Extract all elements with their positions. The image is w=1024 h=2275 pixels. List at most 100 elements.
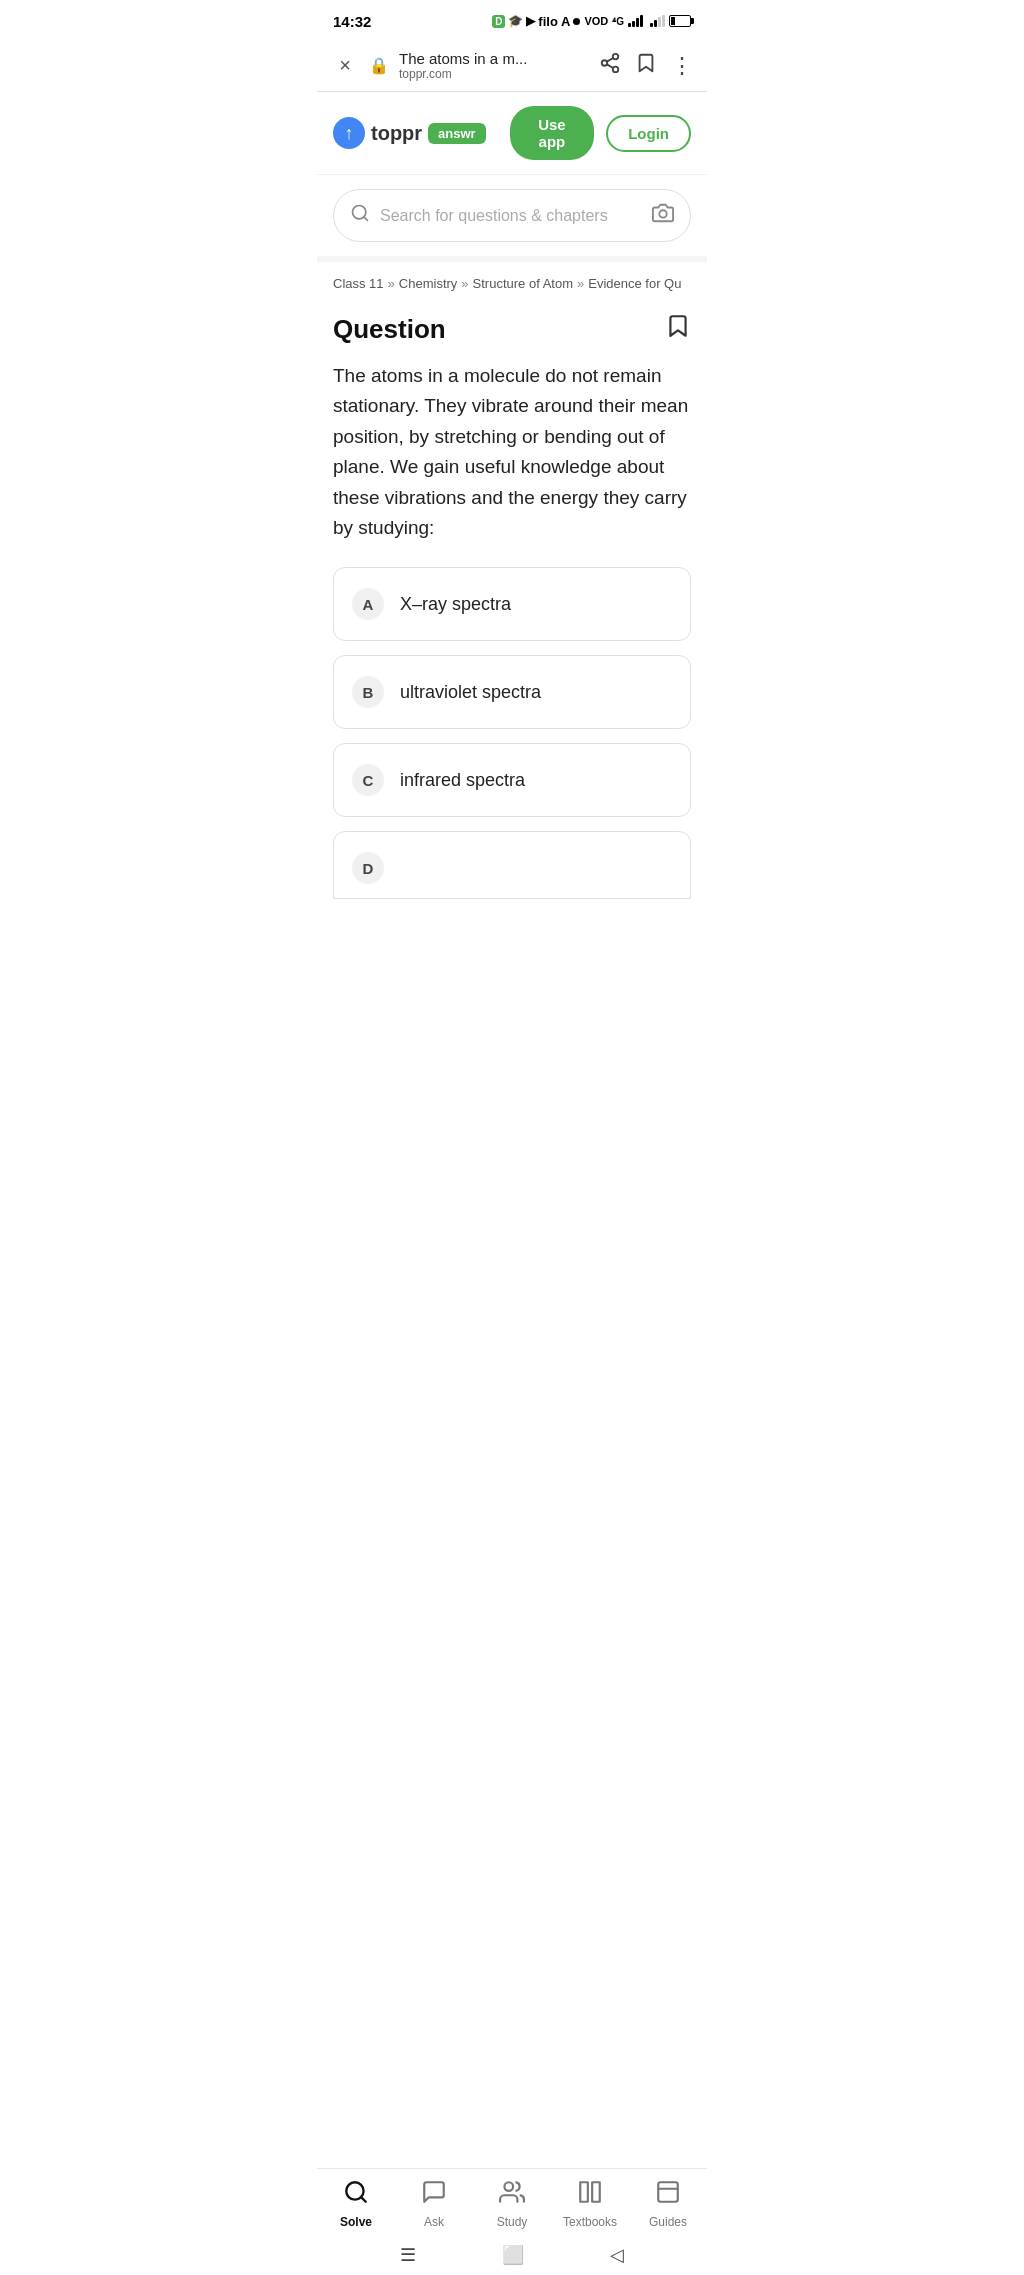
breadcrumb-class11[interactable]: Class 11 bbox=[333, 276, 384, 291]
option-c[interactable]: C infrared spectra bbox=[333, 743, 691, 817]
signal-bars-2 bbox=[650, 15, 665, 27]
option-c-badge: C bbox=[352, 764, 384, 796]
bar5 bbox=[650, 23, 653, 27]
toppr-text: toppr bbox=[371, 122, 422, 145]
svg-line-9 bbox=[361, 2197, 366, 2202]
answr-badge: answr bbox=[428, 123, 486, 144]
option-a[interactable]: A X–ray spectra bbox=[333, 567, 691, 641]
question-header: Question bbox=[333, 313, 691, 345]
bar6 bbox=[654, 20, 657, 27]
search-placeholder-text: Search for questions & chapters bbox=[380, 207, 642, 225]
android-menu-icon[interactable]: ☰ bbox=[400, 2244, 416, 2266]
search-section: Search for questions & chapters bbox=[317, 175, 707, 262]
nav-study[interactable]: Study bbox=[482, 2179, 542, 2229]
svg-point-10 bbox=[504, 2182, 513, 2191]
browser-bar: × 🔒 The atoms in a m... toppr.com ⋮ bbox=[317, 40, 707, 92]
nav-guides-label: Guides bbox=[649, 2215, 687, 2229]
svg-rect-11 bbox=[580, 2182, 588, 2202]
notification-icons: D 🎓 ▶ filo A bbox=[492, 14, 580, 29]
search-bar[interactable]: Search for questions & chapters bbox=[333, 189, 691, 242]
breadcrumb: Class 11 » Chemistry » Structure of Atom… bbox=[317, 262, 707, 297]
svg-rect-13 bbox=[658, 2182, 678, 2202]
filo-text: filo A bbox=[538, 14, 570, 29]
ask-icon bbox=[421, 2179, 447, 2211]
android-back-icon[interactable]: ◁ bbox=[610, 2244, 624, 2266]
option-b[interactable]: B ultraviolet spectra bbox=[333, 655, 691, 729]
battery-fill bbox=[671, 17, 675, 25]
youtube-icon: ▶ bbox=[526, 14, 535, 28]
question-section: Question The atoms in a molecule do not … bbox=[317, 297, 707, 543]
bar2 bbox=[632, 21, 635, 27]
svg-rect-12 bbox=[592, 2182, 600, 2202]
camera-icon[interactable] bbox=[652, 202, 674, 229]
option-c-text: infrared spectra bbox=[400, 770, 525, 791]
study-icon bbox=[499, 2179, 525, 2211]
use-app-button[interactable]: Use app bbox=[510, 106, 595, 160]
svg-line-4 bbox=[607, 58, 613, 62]
nav-ask-label: Ask bbox=[424, 2215, 444, 2229]
browser-lock-icon: 🔒 bbox=[369, 56, 389, 75]
toppr-header: ↑ toppr answr Use app Login bbox=[317, 92, 707, 175]
breadcrumb-structure[interactable]: Structure of Atom bbox=[473, 276, 573, 291]
search-icon bbox=[350, 203, 370, 228]
toppr-logo: ↑ toppr answr bbox=[333, 117, 486, 149]
option-d[interactable]: D bbox=[333, 831, 691, 899]
bar4 bbox=[640, 15, 643, 27]
bookmark-browser-icon[interactable] bbox=[635, 52, 657, 79]
bar8 bbox=[662, 15, 665, 27]
option-d-badge: D bbox=[352, 852, 384, 884]
bottom-nav: Solve Ask Study Textbooks bbox=[317, 2168, 707, 2235]
android-nav: ☰ ⬜ ◁ bbox=[317, 2235, 707, 2275]
question-text: The atoms in a molecule do not remain st… bbox=[333, 361, 691, 543]
question-label: Question bbox=[333, 314, 446, 345]
nav-solve[interactable]: Solve bbox=[326, 2179, 386, 2229]
breadcrumb-evidence[interactable]: Evidence for Qu bbox=[588, 276, 681, 291]
nav-textbooks[interactable]: Textbooks bbox=[560, 2179, 620, 2229]
nav-ask[interactable]: Ask bbox=[404, 2179, 464, 2229]
status-bar: 14:32 D 🎓 ▶ filo A VOD ⁴G bbox=[317, 0, 707, 40]
more-options-icon[interactable]: ⋮ bbox=[671, 53, 693, 79]
status-icons: D 🎓 ▶ filo A VOD ⁴G bbox=[492, 14, 691, 29]
content-spacer bbox=[317, 899, 707, 1059]
browser-domain: toppr.com bbox=[399, 67, 589, 81]
breadcrumb-sep-2: » bbox=[461, 276, 468, 291]
textbooks-icon bbox=[577, 2179, 603, 2211]
toppr-arrow-icon: ↑ bbox=[345, 123, 354, 144]
signal-group: VOD bbox=[584, 15, 608, 27]
status-time: 14:32 bbox=[333, 13, 371, 30]
nav-guides[interactable]: Guides bbox=[638, 2179, 698, 2229]
bar3 bbox=[636, 18, 639, 27]
bookmark-question-icon[interactable] bbox=[665, 313, 691, 345]
login-button[interactable]: Login bbox=[606, 115, 691, 152]
option-a-badge: A bbox=[352, 588, 384, 620]
browser-url-container: The atoms in a m... toppr.com bbox=[399, 50, 589, 81]
browser-close-icon[interactable]: × bbox=[331, 54, 359, 77]
signal-bars bbox=[628, 15, 643, 27]
bar7 bbox=[658, 17, 661, 27]
notif-dot bbox=[573, 18, 580, 25]
android-home-icon[interactable]: ⬜ bbox=[502, 2244, 524, 2266]
svg-point-7 bbox=[659, 210, 666, 217]
guides-icon bbox=[655, 2179, 681, 2211]
bar1 bbox=[628, 23, 631, 27]
toppr-icon: ↑ bbox=[333, 117, 365, 149]
grad-icon: 🎓 bbox=[508, 14, 523, 28]
option-b-text: ultraviolet spectra bbox=[400, 682, 541, 703]
breadcrumb-chemistry[interactable]: Chemistry bbox=[399, 276, 458, 291]
lte-icon: ⁴G bbox=[612, 16, 624, 27]
svg-line-6 bbox=[364, 217, 368, 221]
browser-title: The atoms in a m... bbox=[399, 50, 589, 67]
solve-icon bbox=[343, 2179, 369, 2211]
nav-solve-label: Solve bbox=[340, 2215, 372, 2229]
battery-icon bbox=[669, 15, 691, 27]
browser-actions: ⋮ bbox=[599, 52, 693, 79]
share-icon[interactable] bbox=[599, 52, 621, 79]
svg-line-3 bbox=[607, 64, 613, 68]
option-b-badge: B bbox=[352, 676, 384, 708]
breadcrumb-sep-3: » bbox=[577, 276, 584, 291]
option-a-text: X–ray spectra bbox=[400, 594, 511, 615]
nav-study-label: Study bbox=[497, 2215, 528, 2229]
options-section: A X–ray spectra B ultraviolet spectra C … bbox=[317, 567, 707, 899]
nav-textbooks-label: Textbooks bbox=[563, 2215, 617, 2229]
breadcrumb-sep-1: » bbox=[388, 276, 395, 291]
